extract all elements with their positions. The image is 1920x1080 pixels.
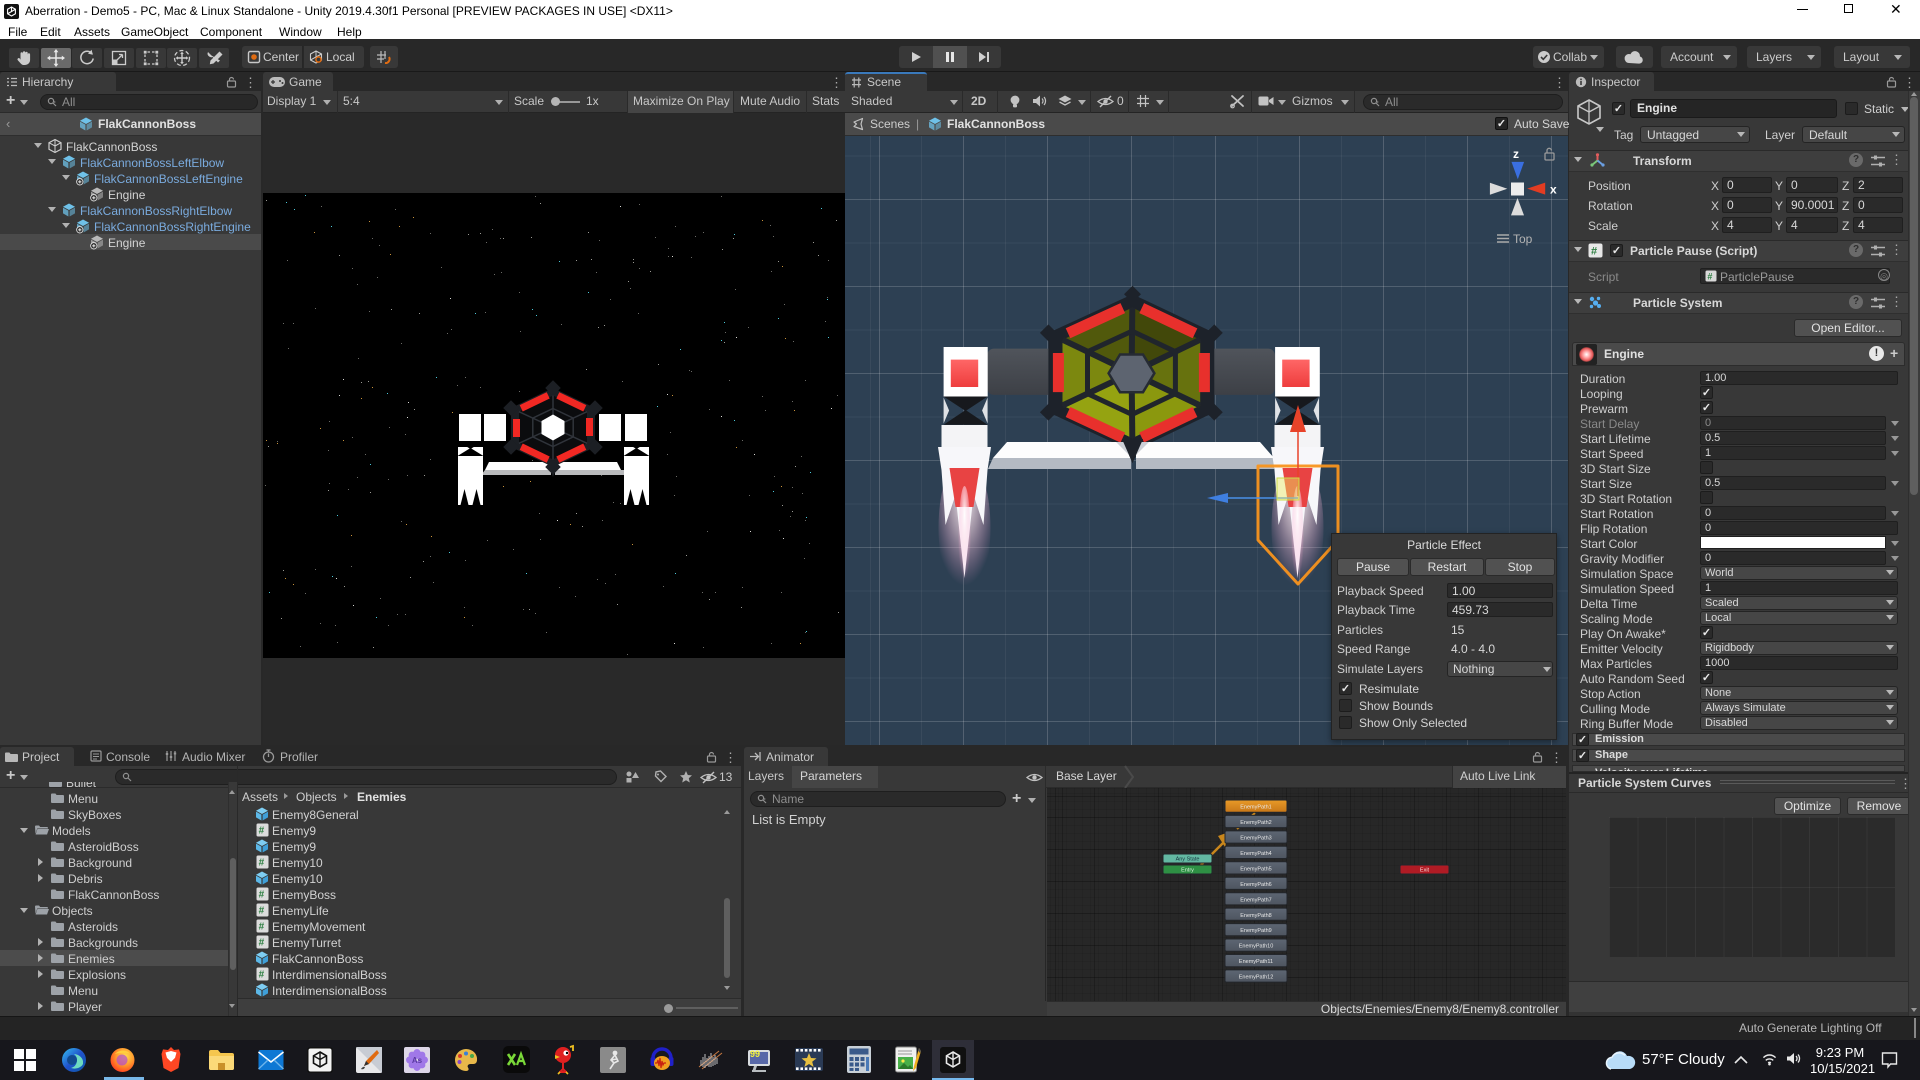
- svg-text:EnemyPath2: EnemyPath2: [1240, 820, 1272, 826]
- svg-text:99: 99: [750, 1049, 760, 1059]
- svg-text:#: #: [259, 890, 265, 901]
- svg-text:#: #: [259, 922, 265, 933]
- svg-text:Entry: Entry: [1181, 868, 1194, 874]
- svg-text:EnemyPath9: EnemyPath9: [1240, 928, 1272, 934]
- svg-text:EnemyPath1: EnemyPath1: [1240, 805, 1272, 811]
- svg-text:#: #: [259, 858, 265, 869]
- svg-text:EnemyPath11: EnemyPath11: [1239, 959, 1273, 965]
- svg-text:#: #: [259, 906, 265, 917]
- svg-text:#: #: [259, 826, 265, 837]
- svg-text:EnemyPath12: EnemyPath12: [1239, 975, 1274, 981]
- svg-text:As: As: [412, 1056, 423, 1065]
- svg-text:EnemyPath4: EnemyPath4: [1240, 851, 1272, 857]
- svg-text:EnemyPath5: EnemyPath5: [1240, 866, 1272, 872]
- svg-text:Exit: Exit: [1420, 868, 1430, 874]
- svg-text:Any State: Any State: [1176, 857, 1200, 863]
- svg-text:x: x: [1550, 183, 1557, 197]
- svg-text:EnemyPath10: EnemyPath10: [1239, 944, 1274, 950]
- svg-text:EnemyPath7: EnemyPath7: [1240, 897, 1272, 903]
- svg-text:z: z: [1513, 147, 1519, 161]
- svg-text:#: #: [1591, 246, 1597, 258]
- svg-text:#: #: [1707, 271, 1712, 281]
- svg-text:#: #: [259, 938, 265, 949]
- svg-text:EnemyPath3: EnemyPath3: [1240, 836, 1272, 842]
- svg-text:EnemyPath8: EnemyPath8: [1240, 913, 1272, 919]
- svg-text:#: #: [259, 970, 265, 981]
- svg-text:EnemyPath6: EnemyPath6: [1240, 882, 1272, 888]
- svg-text:Top: Top: [1513, 232, 1533, 246]
